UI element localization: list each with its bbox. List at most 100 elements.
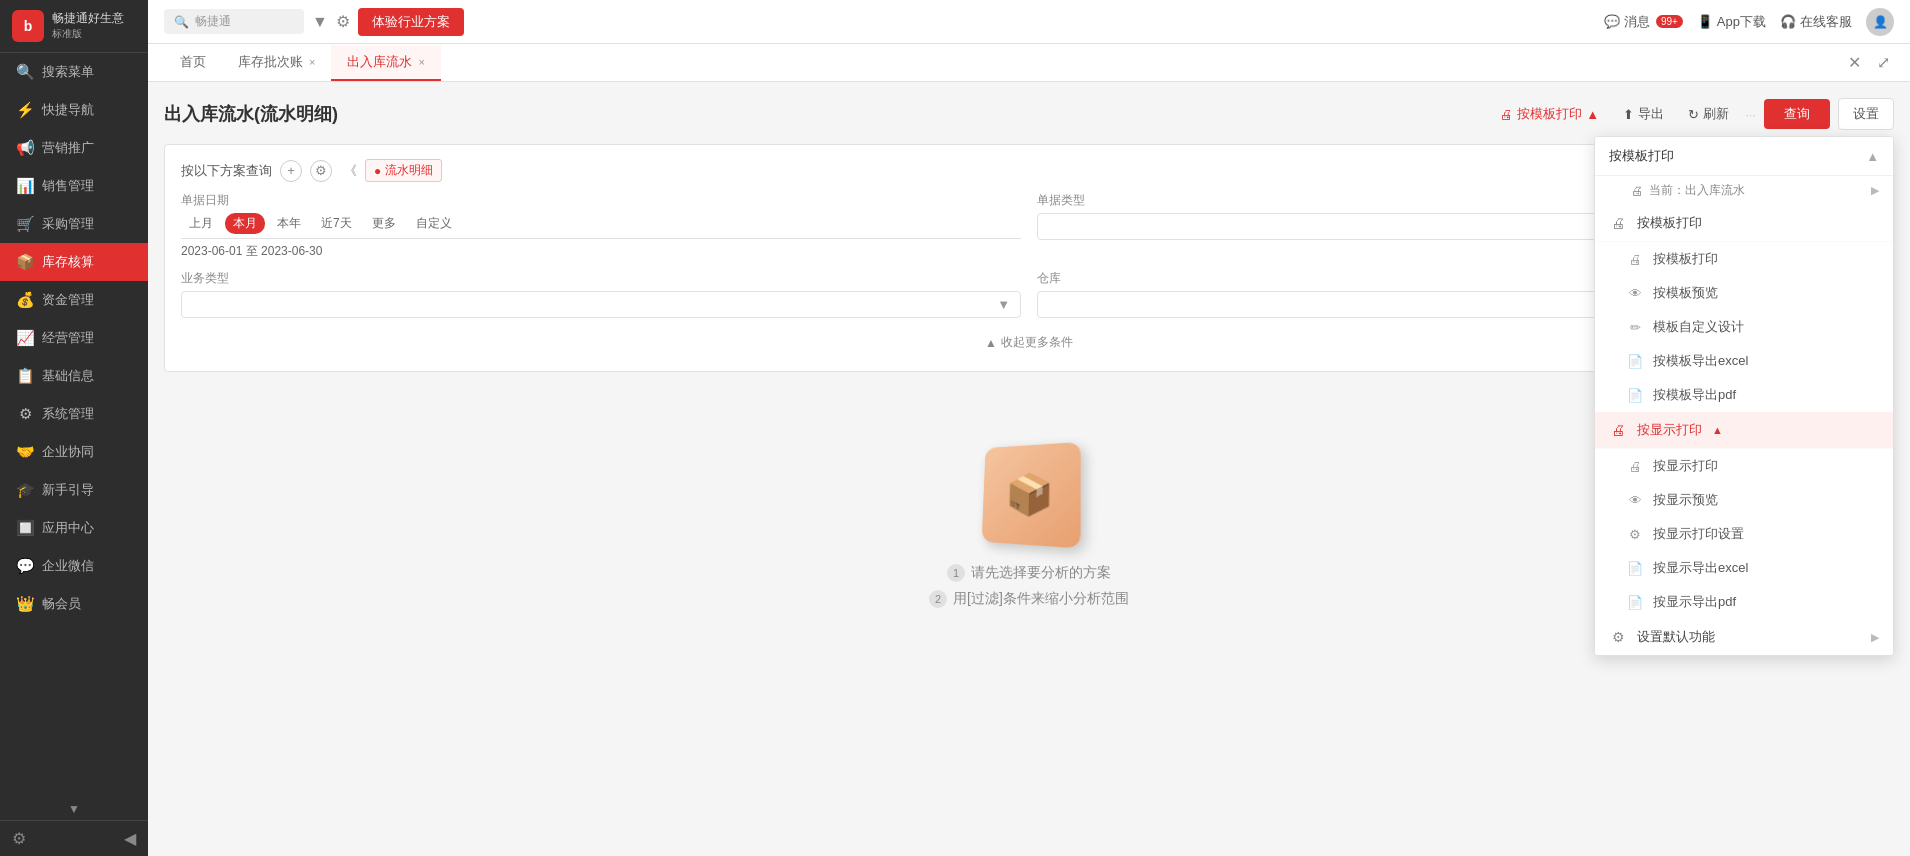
query-button[interactable]: 查询 <box>1764 99 1830 129</box>
settings-icon[interactable]: ⚙ <box>12 829 26 848</box>
online-service-item[interactable]: 🎧 在线客服 <box>1780 13 1852 31</box>
date-tab-本月[interactable]: 本月 <box>225 213 265 234</box>
phone-icon: 📱 <box>1697 14 1713 29</box>
set-button[interactable]: 设置 <box>1838 98 1894 130</box>
app-download-item[interactable]: 📱 App下载 <box>1697 13 1766 31</box>
hint-2: 2 用[过滤]条件来缩小分析范围 <box>929 590 1129 608</box>
wechat-icon: 💬 <box>16 557 34 575</box>
sidebar-item-enterprise[interactable]: 🤝企业协同 <box>0 433 148 471</box>
set-default-item[interactable]: ⚙ 设置默认功能 ▶ <box>1595 619 1893 656</box>
biz-type-select[interactable]: ▼ <box>181 291 1021 318</box>
nav-label-wechat: 企业微信 <box>42 557 94 575</box>
sidebar-item-appcenter[interactable]: 🔲 应用中心 <box>0 509 148 547</box>
date-tab-上月[interactable]: 上月 <box>181 213 221 234</box>
date-filter-item: 单据日期 上月本月本年近7天更多自定义 2023-06-01 至 2023-06… <box>181 192 1021 260</box>
settings-func-icon: ⚙ <box>1609 629 1627 645</box>
sidebar-item-inventory[interactable]: 📦库存核算 <box>0 243 148 281</box>
dropdown-item-display-pdf[interactable]: 📄按显示导出pdf <box>1595 585 1893 619</box>
template-section-header[interactable]: 🖨 按模板打印 <box>1595 205 1893 242</box>
tab-close-inout[interactable]: × <box>418 56 424 68</box>
sidebar-item-search[interactable]: 🔍搜索菜单 <box>0 53 148 91</box>
filter-collapse-icon[interactable]: 《 <box>344 162 357 180</box>
guide-icon: 🎓 <box>16 481 34 499</box>
sidebar-item-purchase[interactable]: 🛒采购管理 <box>0 205 148 243</box>
topbar-gear-icon[interactable]: ⚙ <box>336 12 350 31</box>
chevron-right-small-icon: ▶ <box>1871 631 1879 644</box>
page-header: 出入库流水(流水明细) 🖨 按模板打印 ▲ ⬆ 导出 ↻ 刷新 <box>164 98 1894 130</box>
industry-btn[interactable]: 体验行业方案 <box>358 8 464 36</box>
date-tab-近7天[interactable]: 近7天 <box>313 213 360 234</box>
tab-close-batch[interactable]: × <box>309 56 315 68</box>
sidebar-item-basic[interactable]: 📋基础信息 <box>0 357 148 395</box>
nav-label-marketing: 营销推广 <box>42 139 94 157</box>
user-avatar[interactable]: 👤 <box>1866 8 1894 36</box>
search-icon: 🔍 <box>174 15 189 29</box>
filter-add-button[interactable]: + <box>280 160 302 182</box>
display-print-icon: 🖨 <box>1627 459 1643 474</box>
dropdown-item-template-excel[interactable]: 📄按模板导出excel <box>1595 344 1893 378</box>
display-excel-icon: 📄 <box>1627 561 1643 576</box>
page-actions: 🖨 按模板打印 ▲ ⬆ 导出 ↻ 刷新 ··· 查询 设置 <box>1492 98 1894 130</box>
template-pdf-icon: 📄 <box>1627 388 1643 403</box>
date-tab-本年[interactable]: 本年 <box>269 213 309 234</box>
collapse-up-icon: ▲ <box>985 336 997 350</box>
sidebar-item-system[interactable]: ⚙系统管理 <box>0 395 148 433</box>
close-window-button[interactable]: ✕ <box>1844 49 1865 76</box>
display-pdf-icon: 📄 <box>1627 595 1643 610</box>
scroll-down-button[interactable]: ▼ <box>0 798 148 820</box>
print-dropdown-panel: 按模板打印 ▲ 🖨 当前：出入库流水 ▶ 🖨 按模板打印 <box>1594 136 1894 656</box>
print-template-button[interactable]: 🖨 按模板打印 ▲ <box>1492 101 1607 127</box>
topbar: 🔍 畅捷通 ▼ ⚙ 体验行业方案 💬 消息 99+ 📱 App下载 🎧 在线客服… <box>148 0 1910 44</box>
dropdown-current: 🖨 当前：出入库流水 ▶ <box>1595 176 1893 205</box>
headset-icon: 🎧 <box>1780 14 1796 29</box>
inventory-icon: 📦 <box>16 253 34 271</box>
nav-label-quicknav: 快捷导航 <box>42 101 94 119</box>
maximize-window-button[interactable]: ⤢ <box>1873 49 1894 76</box>
dropdown-item-display-preview[interactable]: 👁按显示预览 <box>1595 483 1893 517</box>
date-tab-更多[interactable]: 更多 <box>364 213 404 234</box>
dropdown-item-template-preview[interactable]: 👁按模板预览 <box>1595 276 1893 310</box>
sidebar-item-member[interactable]: 👑畅会员 <box>0 585 148 623</box>
quicknav-icon: ⚡ <box>16 101 34 119</box>
sidebar-item-finance[interactable]: 💰资金管理 <box>0 281 148 319</box>
nav-label-appcenter: 应用中心 <box>42 519 94 537</box>
template-custom-icon: ✏ <box>1627 320 1643 335</box>
date-tab-自定义[interactable]: 自定义 <box>408 213 460 234</box>
topbar-settings-icon[interactable]: ▼ <box>312 13 328 31</box>
sidebar-item-quicknav[interactable]: ⚡ 快捷导航 <box>0 91 148 129</box>
sidebar-item-marketing[interactable]: 📢营销推广 <box>0 129 148 167</box>
display-section-header[interactable]: 🖨 按显示打印 ▲ <box>1595 412 1893 449</box>
chevron-right-icon: ▶ <box>1871 184 1879 197</box>
hint-1: 1 请先选择要分析的方案 <box>947 564 1111 582</box>
dropdown-close-arrow[interactable]: ▲ <box>1866 149 1879 164</box>
sidebar-item-guide[interactable]: 🎓新手引导 <box>0 471 148 509</box>
display-settings-icon: ⚙ <box>1627 527 1643 542</box>
sidebar-item-sales[interactable]: 📊销售管理 <box>0 167 148 205</box>
dropdown-item-template-pdf[interactable]: 📄按模板导出pdf <box>1595 378 1893 412</box>
dropdown-item-template-print[interactable]: 🖨按模板打印 <box>1595 242 1893 276</box>
template-preview-icon: 👁 <box>1627 286 1643 301</box>
tab-home[interactable]: 首页 <box>164 45 222 81</box>
dropdown-item-template-custom[interactable]: ✏模板自定义设计 <box>1595 310 1893 344</box>
dropdown-item-display-excel[interactable]: 📄按显示导出excel <box>1595 551 1893 585</box>
sidebar-item-wechat[interactable]: 💬 企业微信 <box>0 547 148 585</box>
tab-batch[interactable]: 库存批次账 × <box>222 45 331 81</box>
sidebar-item-operation[interactable]: 📈经营管理 <box>0 319 148 357</box>
topbar-right: 💬 消息 99+ 📱 App下载 🎧 在线客服 👤 <box>1604 8 1894 36</box>
chevron-down-icon-2: ▼ <box>997 297 1010 312</box>
tab-label-batch: 库存批次账 <box>238 53 303 71</box>
appcenter-icon: 🔲 <box>16 519 34 537</box>
export-button[interactable]: ⬆ 导出 <box>1615 101 1672 127</box>
topbar-search[interactable]: 🔍 畅捷通 <box>164 9 304 34</box>
dropdown-item-display-settings[interactable]: ⚙按显示打印设置 <box>1595 517 1893 551</box>
window-controls: ✕ ⤢ <box>1844 49 1894 76</box>
filter-setting-button[interactable]: ⚙ <box>310 160 332 182</box>
dropdown-item-display-print[interactable]: 🖨按显示打印 <box>1595 449 1893 483</box>
tab-inout[interactable]: 出入库流水 × <box>331 45 440 81</box>
logo-text: 畅捷通好生意 标准版 <box>52 11 124 41</box>
collapse-sidebar-icon[interactable]: ◀ <box>124 829 136 848</box>
chevron-up-icon: ▲ <box>1586 107 1599 122</box>
refresh-button[interactable]: ↻ 刷新 <box>1680 101 1737 127</box>
message-item[interactable]: 💬 消息 99+ <box>1604 13 1683 31</box>
message-icon: 💬 <box>1604 14 1620 29</box>
